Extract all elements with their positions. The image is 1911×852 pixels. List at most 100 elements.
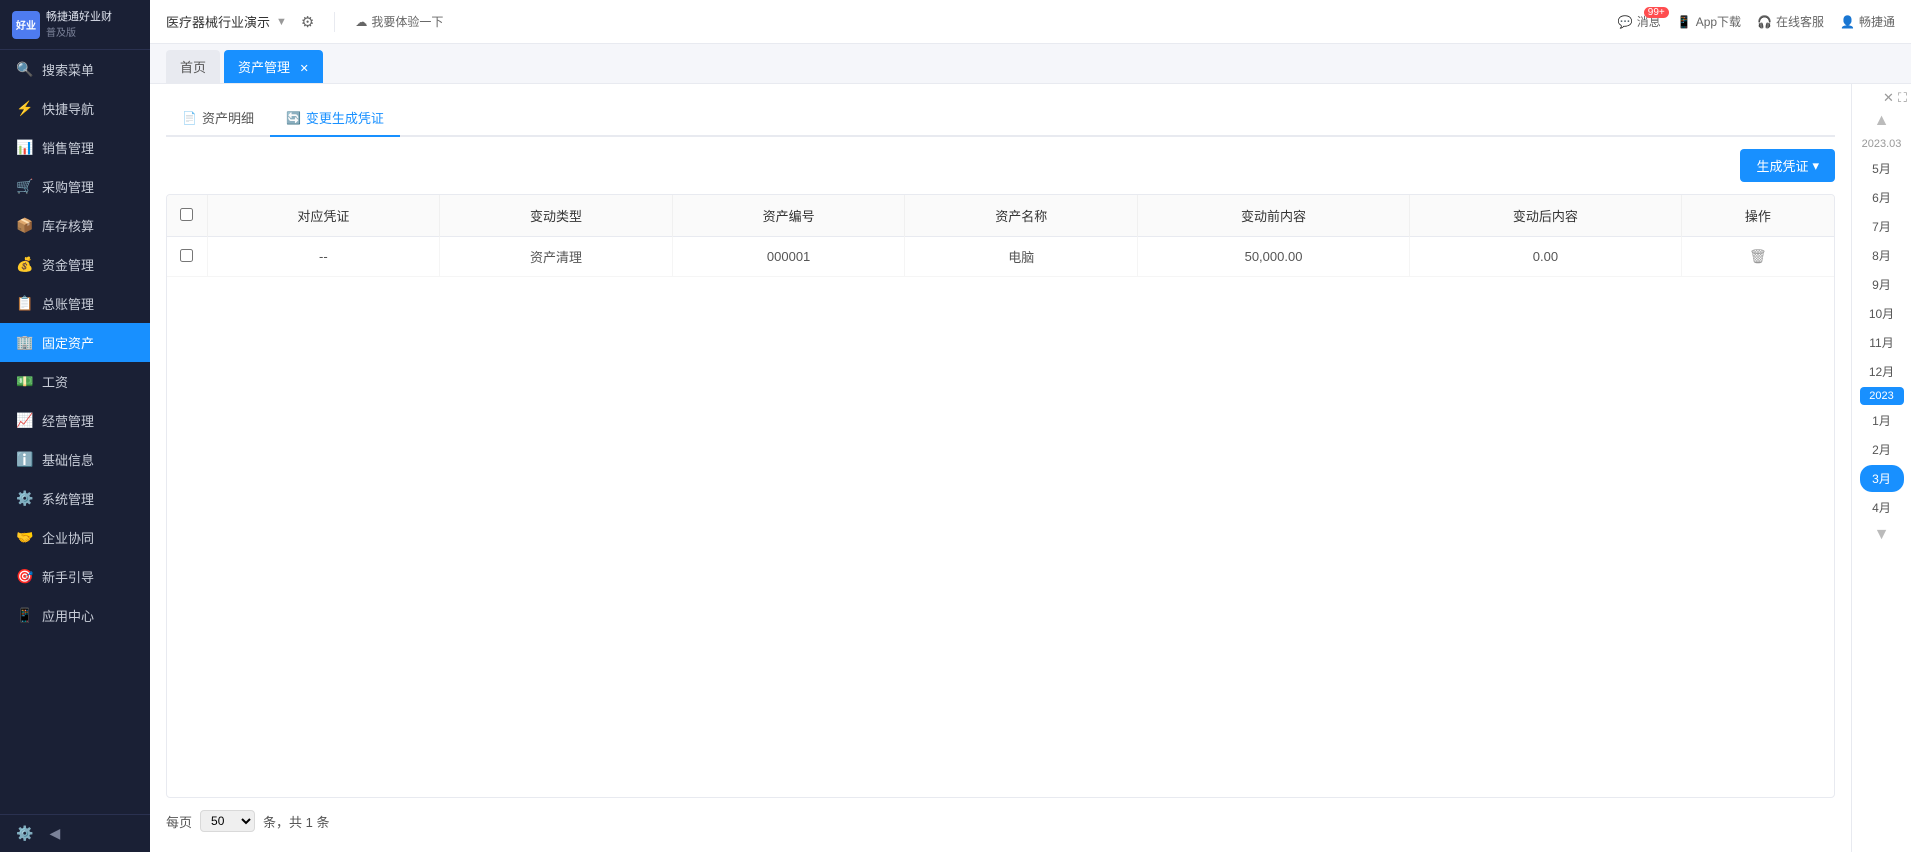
table-row: -- 资产清理 000001 电脑 50,000.00 0.00 🗑 (167, 237, 1834, 277)
generate-voucher-button[interactable]: 生成凭证 ▾ (1740, 149, 1835, 182)
th-change-type: 变动类型 (440, 195, 673, 237)
month-2[interactable]: 2月 (1860, 436, 1904, 463)
sidebar-item-app-center[interactable]: 📱 应用中心 (0, 596, 150, 635)
row-after-change: 0.00 (1409, 237, 1681, 277)
company-dropdown-arrow: ▼ (276, 16, 287, 28)
sidebar-item-system[interactable]: ⚙️ 系统管理 (0, 479, 150, 518)
panel-expand-icon[interactable]: ⛶ (1898, 90, 1907, 106)
sidebar-item-label: 固定资产 (42, 333, 94, 352)
logo-icon: 好业 (12, 11, 40, 39)
month-8[interactable]: 8月 (1860, 242, 1904, 269)
sidebar-item-purchase[interactable]: 🛒 采购管理 (0, 167, 150, 206)
row-asset-name: 电脑 (905, 237, 1138, 277)
operations-icon: 📈 (16, 412, 34, 429)
data-table: 对应凭证 变动类型 资产编号 资产名称 (167, 195, 1834, 277)
generate-voucher-label: 生成凭证 (1756, 156, 1808, 175)
sidebar-item-sales[interactable]: 📊 销售管理 (0, 128, 150, 167)
th-operation: 操作 (1681, 195, 1834, 237)
quick-nav-icon: ⚡ (16, 100, 34, 117)
row-voucher: -- (207, 237, 440, 277)
sidebar-item-label: 搜索菜单 (42, 60, 94, 79)
month-9[interactable]: 9月 (1860, 271, 1904, 298)
user-avatar: 👤 (1840, 15, 1855, 29)
row-checkbox-cell (167, 237, 207, 277)
tab-asset-mgmt-label: 资产管理 (238, 60, 290, 75)
th-after-change: 变动后内容 (1409, 195, 1681, 237)
subtabs: 📄 资产明细 🔄 变更生成凭证 (166, 100, 1835, 137)
sidebar-item-inventory[interactable]: 📦 库存核算 (0, 206, 150, 245)
divider (334, 12, 335, 32)
page-size-select[interactable]: 10 20 50 100 (200, 810, 255, 832)
company-selector[interactable]: 医疗器械行业演示 ▼ (166, 12, 287, 31)
month-1[interactable]: 1月 (1860, 407, 1904, 434)
sidebar-item-operations[interactable]: 📈 经营管理 (0, 401, 150, 440)
basic-info-icon: ℹ️ (16, 451, 34, 468)
sidebar-item-label: 采购管理 (42, 177, 94, 196)
row-asset-code: 000001 (672, 237, 905, 277)
timeline-up-arrow[interactable]: ▲ (1870, 108, 1894, 134)
sidebar-bottom: ⚙️ ◀ (0, 814, 150, 852)
sidebar-item-ledger[interactable]: 📋 总账管理 (0, 284, 150, 323)
timeline-down-arrow[interactable]: ▼ (1870, 522, 1894, 548)
th-checkbox (167, 195, 207, 237)
feedback-btn[interactable]: ☁ 我要体验一下 (355, 13, 443, 30)
message-icon: 💬 (1618, 15, 1633, 29)
tab-close-icon[interactable]: ✕ (300, 63, 309, 75)
select-all-checkbox[interactable] (180, 208, 193, 221)
sidebar-item-fixed-assets[interactable]: 🏢 固定资产 (0, 323, 150, 362)
app-download-icon: 📱 (1677, 15, 1692, 29)
change-voucher-icon: 🔄 (286, 111, 301, 125)
message-btn[interactable]: 💬 消息 99+ (1618, 13, 1661, 30)
sales-icon: 📊 (16, 139, 34, 156)
subtab-asset-detail[interactable]: 📄 资产明细 (166, 100, 270, 137)
th-asset-name: 资产名称 (905, 195, 1138, 237)
month-11[interactable]: 11月 (1860, 329, 1904, 356)
collapse-icon[interactable]: ◀ (49, 825, 60, 842)
month-7[interactable]: 7月 (1860, 213, 1904, 240)
month-4[interactable]: 4月 (1860, 494, 1904, 521)
total-text: 条，共 1 条 (263, 812, 329, 831)
panel-controls: ✕ ⛶ (1852, 88, 1911, 108)
row-operation: 🗑 (1681, 237, 1834, 277)
page-content: 📄 资产明细 🔄 变更生成凭证 生成凭证 ▾ (150, 84, 1851, 852)
tab-asset-mgmt[interactable]: 资产管理 ✕ (224, 50, 323, 83)
sidebar-item-enterprise[interactable]: 🤝 企业协同 (0, 518, 150, 557)
app-center-icon: 📱 (16, 607, 34, 624)
panel-close-icon[interactable]: ✕ (1883, 90, 1894, 106)
subtab-change-voucher[interactable]: 🔄 变更生成凭证 (270, 100, 400, 137)
sidebar-item-funds[interactable]: 💰 资金管理 (0, 245, 150, 284)
feedback-icon: ☁ (355, 15, 367, 29)
month-5[interactable]: 5月 (1860, 155, 1904, 182)
pagination: 每页 10 20 50 100 条，共 1 条 (166, 798, 1835, 836)
month-12[interactable]: 12月 (1860, 358, 1904, 385)
month-6[interactable]: 6月 (1860, 184, 1904, 211)
tab-home[interactable]: 首页 (166, 50, 220, 83)
sidebar-item-label: 总账管理 (42, 294, 94, 313)
app-download-btn[interactable]: 📱 App下载 (1677, 13, 1741, 30)
delete-icon[interactable]: 🗑 (1749, 248, 1767, 264)
sidebar-item-label: 企业协同 (42, 528, 94, 547)
year-2023[interactable]: 2023 (1860, 387, 1904, 405)
user-menu[interactable]: 👤 畅捷通 (1840, 13, 1895, 30)
sidebar-item-salary[interactable]: 💵 工资 (0, 362, 150, 401)
sidebar-item-basic-info[interactable]: ℹ️ 基础信息 (0, 440, 150, 479)
row-checkbox[interactable] (180, 249, 193, 262)
content-area: 📄 资产明细 🔄 变更生成凭证 生成凭证 ▾ (150, 84, 1911, 852)
sidebar-item-quick-nav[interactable]: ⚡ 快捷导航 (0, 89, 150, 128)
topbar-right: 💬 消息 99+ 📱 App下载 🎧 在线客服 👤 畅捷通 (1618, 13, 1895, 30)
funds-icon: 💰 (16, 256, 34, 273)
sidebar-nav: 🔍 搜索菜单 ⚡ 快捷导航 📊 销售管理 🛒 采购管理 📦 库存核算 💰 资金管… (0, 50, 150, 814)
sidebar-item-search[interactable]: 🔍 搜索菜单 (0, 50, 150, 89)
settings-bottom-icon[interactable]: ⚙️ (16, 825, 33, 842)
sidebar-logo: 好业 畅捷通好业财 普及版 (0, 0, 150, 50)
sidebar-item-label: 系统管理 (42, 489, 94, 508)
online-service-btn[interactable]: 🎧 在线客服 (1757, 13, 1824, 30)
fixed-assets-icon: 🏢 (16, 334, 34, 351)
month-10[interactable]: 10月 (1860, 300, 1904, 327)
sidebar-item-label: 经营管理 (42, 411, 94, 430)
purchase-icon: 🛒 (16, 178, 34, 195)
month-3-active[interactable]: 3月 (1860, 465, 1904, 492)
sidebar: 好业 畅捷通好业财 普及版 🔍 搜索菜单 ⚡ 快捷导航 📊 销售管理 🛒 采购管… (0, 0, 150, 852)
settings-icon[interactable]: ⚙ (301, 13, 314, 31)
sidebar-item-guide[interactable]: 🎯 新手引导 (0, 557, 150, 596)
